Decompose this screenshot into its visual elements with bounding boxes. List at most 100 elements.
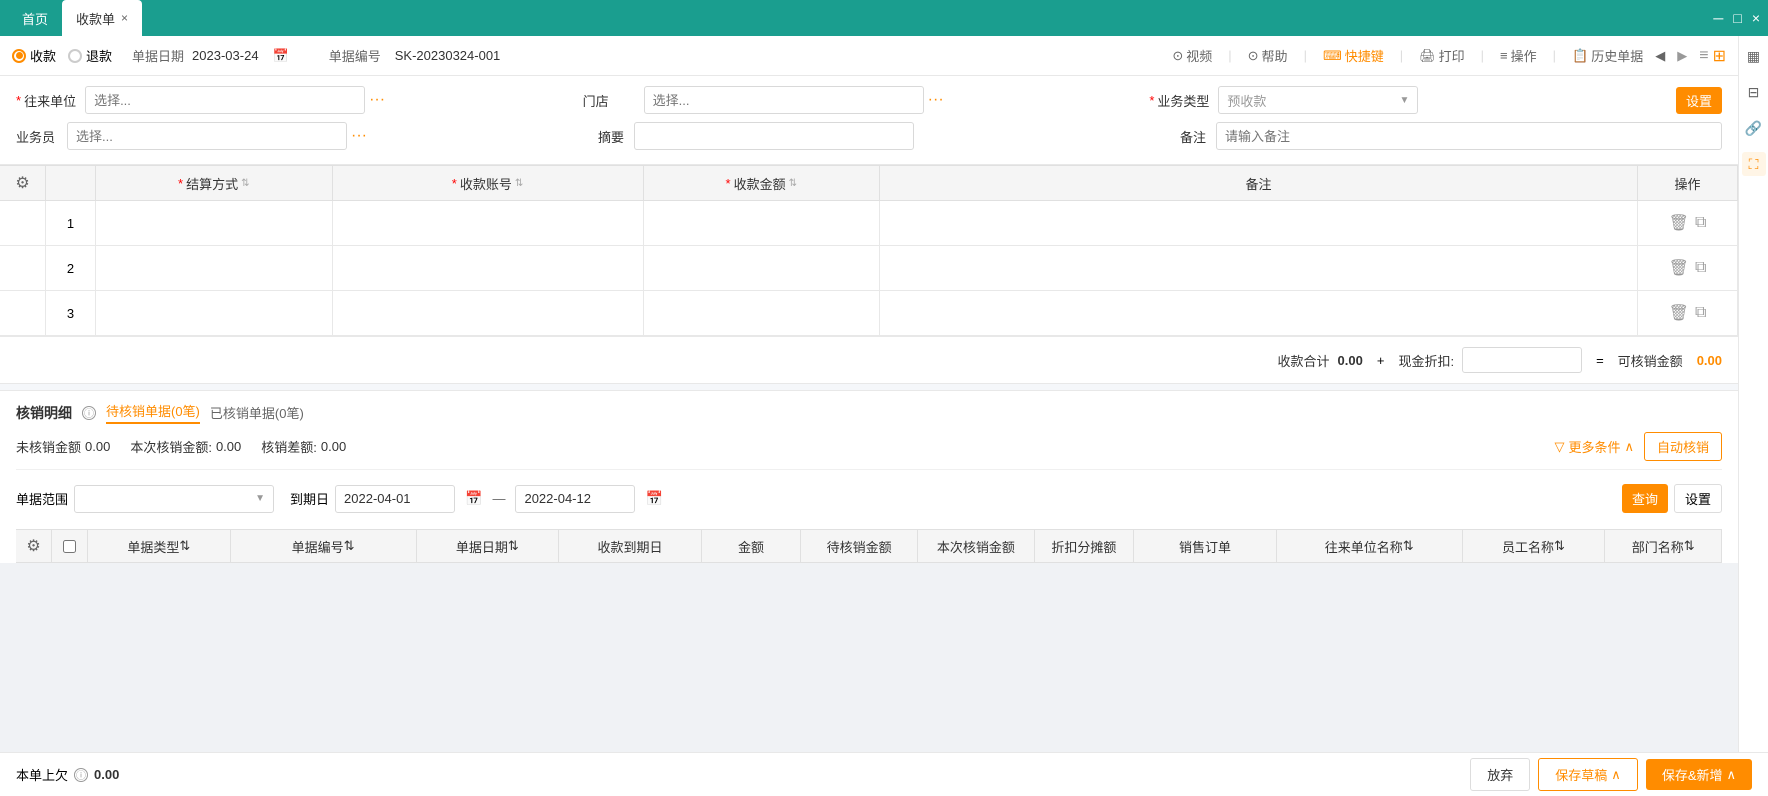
receipt-radio[interactable]: 收款	[12, 46, 56, 65]
sidebar-list-icon[interactable]: ⊟	[1742, 80, 1766, 104]
store-input[interactable]	[644, 86, 924, 114]
grid-view-icon[interactable]: ⊞	[1713, 46, 1726, 66]
writeoff-title-row: 核销明细 ⓘ 待核销单据(0笔) 已核销单据(0笔)	[16, 401, 1722, 424]
done-tab[interactable]: 已核销单据(0笔)	[210, 403, 304, 422]
row1-amount[interactable]	[644, 201, 881, 245]
summary-input[interactable]	[634, 122, 914, 150]
row1-settle[interactable]	[96, 201, 333, 245]
store-label: 门店	[583, 91, 638, 110]
window-close-btn[interactable]: ×	[1752, 10, 1760, 26]
lower-partner-header: 往来单位名称 ⇅	[1277, 530, 1463, 562]
this-doc-info-icon[interactable]: ⓘ	[74, 768, 88, 782]
save-new-arrow-icon[interactable]: ∧	[1726, 767, 1736, 783]
summary-label: 摘要	[598, 127, 628, 146]
sep4: |	[1481, 48, 1484, 63]
lower-gear-col[interactable]: ⚙	[16, 530, 52, 562]
save-draft-btn[interactable]: 保存草稿 ∧	[1538, 758, 1638, 791]
partner-more-btn[interactable]: ···	[369, 92, 385, 108]
auto-writeoff-btn[interactable]: 自动核销	[1644, 432, 1722, 461]
store-more-btn[interactable]: ···	[928, 92, 944, 108]
tab-receipt[interactable]: 收款单 ×	[62, 0, 142, 36]
nav-right-icon[interactable]: ▶	[1677, 48, 1687, 64]
calendar-from-icon[interactable]: 📅	[465, 490, 482, 507]
due-date-label: 到期日	[290, 489, 329, 508]
save-new-btn[interactable]: 保存&新增 ∧	[1646, 759, 1752, 790]
more-conditions-btn[interactable]: ▽ 更多条件 ∧	[1554, 437, 1634, 456]
table-gear-icon[interactable]: ⚙	[15, 173, 29, 193]
row3-copy-icon[interactable]: ⧉	[1695, 304, 1706, 322]
writeoff-info-icon[interactable]: ⓘ	[82, 406, 96, 420]
row2-account[interactable]	[333, 246, 644, 290]
row1-delete-icon[interactable]: 🗑	[1669, 213, 1689, 233]
top-toolbar: 收款 退款 单据日期 2023-03-24 📅 单据编号 SK-20230324…	[0, 36, 1738, 76]
doc-date-value: 2023-03-24	[192, 48, 259, 63]
minimize-btn[interactable]: ─	[1713, 10, 1723, 26]
filter-icon: ▽	[1554, 439, 1564, 455]
nav-left-icon[interactable]: ◀	[1655, 48, 1665, 64]
shortcut-btn[interactable]: ⌨ 快捷键	[1323, 46, 1384, 65]
remark-input[interactable]	[1216, 122, 1722, 150]
video-btn[interactable]: ⊙ 视频	[1172, 46, 1212, 65]
row3-amount[interactable]	[644, 291, 881, 335]
store-field: 门店 ···	[583, 86, 1110, 114]
operation-btn[interactable]: ≡ 操作	[1500, 46, 1537, 65]
row2-settle[interactable]	[96, 246, 333, 290]
row3-delete-icon[interactable]: 🗑	[1669, 303, 1689, 323]
salesperson-field: 业务员 ···	[16, 122, 558, 150]
print-btn[interactable]: 🖨 打印	[1419, 46, 1465, 65]
refund-radio[interactable]: 退款	[68, 46, 112, 65]
diff-stat: 核销差额: 0.00	[261, 437, 346, 456]
discard-btn[interactable]: 放弃	[1470, 758, 1530, 791]
draft-arrow-icon[interactable]: ∧	[1611, 767, 1621, 783]
sidebar-table-icon[interactable]: ▦	[1742, 44, 1766, 68]
row3-settle[interactable]	[96, 291, 333, 335]
lower-date-header: 单据日期 ⇅	[417, 530, 560, 562]
list-view-icon[interactable]: ≡	[1699, 47, 1708, 65]
filter-buttons: 查询 设置	[1622, 484, 1722, 513]
date-from-input[interactable]	[335, 485, 455, 513]
doc-range-select[interactable]: ▼	[74, 485, 274, 513]
form-row-2: 业务员 ··· 摘要 备注	[16, 122, 1722, 150]
row2-delete-icon[interactable]: 🗑	[1669, 258, 1689, 278]
tab-home[interactable]: 首页	[8, 0, 62, 36]
filter-settings-btn[interactable]: 设置	[1674, 484, 1722, 513]
row2-copy-icon[interactable]: ⧉	[1695, 259, 1706, 277]
tab-close-icon[interactable]: ×	[121, 11, 128, 25]
select-all-checkbox[interactable]	[63, 540, 76, 553]
pending-tab[interactable]: 待核销单据(0笔)	[106, 401, 200, 424]
row2-gear	[0, 246, 46, 290]
history-btn[interactable]: 📋 历史单据	[1572, 46, 1643, 65]
calendar-to-icon[interactable]: 📅	[645, 490, 662, 507]
table-settle-header: * 结算方式 ⇅	[96, 166, 333, 200]
date-to-input[interactable]	[515, 485, 635, 513]
form-row-1: * 往来单位 ··· 门店 ··· * 业务类型 预收款 ▼	[16, 86, 1722, 114]
row2-remark[interactable]	[880, 246, 1638, 290]
lower-sales-header: 销售订单	[1134, 530, 1277, 562]
table-settings-col[interactable]: ⚙	[0, 166, 46, 200]
settings-btn[interactable]: 设置	[1676, 87, 1722, 114]
row1-account[interactable]	[333, 201, 644, 245]
row1-remark[interactable]	[880, 201, 1638, 245]
maximize-btn[interactable]: □	[1733, 10, 1741, 26]
row2-amount[interactable]	[644, 246, 881, 290]
row3-remark[interactable]	[880, 291, 1638, 335]
sidebar-expand-icon[interactable]: ⛶	[1742, 152, 1766, 176]
query-btn[interactable]: 查询	[1622, 484, 1668, 513]
lower-gear-icon[interactable]: ⚙	[26, 536, 40, 556]
required-star-partner: *	[16, 93, 21, 108]
biz-type-select[interactable]: 预收款 ▼	[1218, 86, 1418, 114]
lower-check-col[interactable]	[52, 530, 88, 562]
row1-copy-icon[interactable]: ⧉	[1695, 214, 1706, 232]
table-op-header: 操作	[1638, 166, 1738, 200]
row3-account[interactable]	[333, 291, 644, 335]
salesperson-more-btn[interactable]: ···	[351, 128, 367, 144]
salesperson-input[interactable]	[67, 122, 347, 150]
help-btn[interactable]: ⊙ 帮助	[1248, 46, 1288, 65]
discount-input[interactable]	[1462, 347, 1582, 373]
partner-input[interactable]	[85, 86, 365, 114]
row2-no: 2	[46, 246, 96, 290]
sep1: |	[1228, 48, 1231, 63]
sidebar-link-icon[interactable]: 🔗	[1742, 116, 1766, 140]
filter-area: 单据范围 ▼ 到期日 📅 — 📅 查询 设置	[16, 469, 1722, 521]
calendar-icon[interactable]: 📅	[273, 48, 289, 64]
